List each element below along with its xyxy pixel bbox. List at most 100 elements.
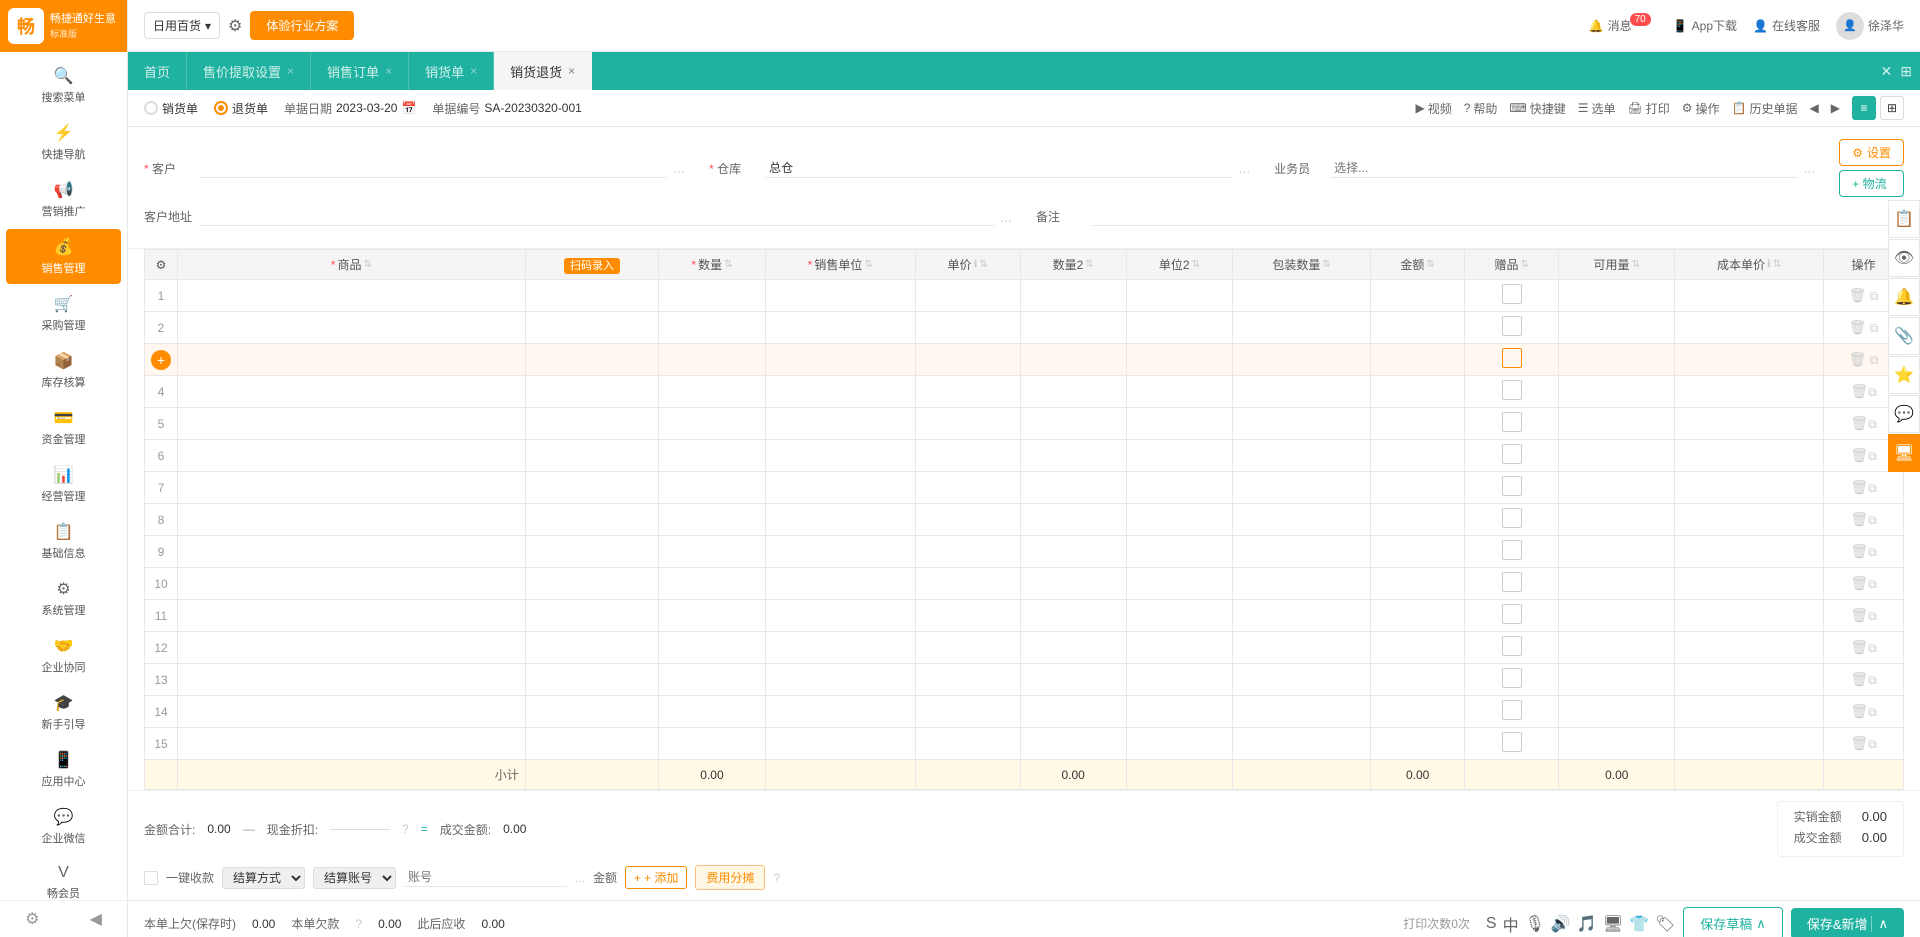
view-table-icon[interactable]: ≡: [1852, 96, 1876, 120]
row11-delete-icon[interactable]: 🗑: [1850, 607, 1868, 623]
status-icon-5[interactable]: 🎵: [1577, 914, 1597, 934]
right-float-btn-2[interactable]: 👁: [1888, 239, 1920, 277]
toolbar-help-btn[interactable]: ? 帮助: [1464, 100, 1498, 117]
right-float-btn-6[interactable]: 💬: [1888, 395, 1920, 433]
row3-cost[interactable]: [1675, 344, 1824, 376]
row15-delete-icon[interactable]: 🗑: [1850, 735, 1868, 751]
add-expense-btn[interactable]: + + 添加: [625, 866, 687, 889]
sidebar-item-purchase[interactable]: 🛒 采购管理: [6, 286, 121, 341]
row5-delete-icon[interactable]: 🗑: [1850, 415, 1868, 431]
product-sort-icon[interactable]: ⇅: [364, 259, 372, 270]
row3-product[interactable]: [178, 344, 526, 376]
row1-price[interactable]: [915, 280, 1020, 312]
status-icon-2[interactable]: 中: [1503, 912, 1519, 936]
tab-sales-order-close[interactable]: ×: [385, 64, 392, 78]
warehouse-select-icon[interactable]: ...: [1238, 160, 1250, 176]
sidebar-item-enterprise[interactable]: 🤝 企业协同: [6, 628, 121, 683]
unit-sort-icon[interactable]: ⇅: [864, 259, 872, 270]
expense-help-icon[interactable]: ?: [773, 871, 780, 885]
row2-unit[interactable]: [765, 312, 915, 344]
sidebar-item-quicknav[interactable]: ⚡ 快捷导航: [6, 115, 121, 170]
status-icon-3[interactable]: 🎙: [1525, 914, 1545, 934]
account-input[interactable]: [404, 868, 567, 887]
row15-copy-icon[interactable]: ⧉: [1868, 737, 1877, 751]
row1-unit[interactable]: [765, 280, 915, 312]
customer-select-icon[interactable]: ...: [673, 160, 685, 176]
cost-info-icon[interactable]: ℹ: [1767, 259, 1771, 270]
staff-input[interactable]: [1330, 159, 1797, 178]
sidebar-item-apps[interactable]: 📱 应用中心: [6, 742, 121, 797]
status-icon-4[interactable]: 🔊: [1551, 914, 1571, 934]
toolbar-video-btn[interactable]: ▶ 视频: [1415, 100, 1451, 117]
unit2-sort-icon[interactable]: ⇅: [1192, 259, 1200, 270]
toolbar-select-btn[interactable]: ☰ 选单: [1578, 100, 1616, 117]
row1-amount[interactable]: [1371, 280, 1465, 312]
account-dots-icon[interactable]: ...: [575, 871, 585, 885]
row1-pack[interactable]: [1233, 280, 1371, 312]
sidebar-item-inventory[interactable]: 📦 库存核算: [6, 343, 121, 398]
row3-copy-icon[interactable]: ⧉: [1870, 353, 1879, 367]
radio-sales[interactable]: 销货单: [144, 100, 198, 117]
one-click-checkbox[interactable]: [144, 871, 158, 885]
row12-delete-icon[interactable]: 🗑: [1850, 639, 1868, 655]
tab-price-extract[interactable]: 售价提取设置 ×: [187, 52, 311, 90]
user-profile-btn[interactable]: 👤 徐泽华: [1836, 12, 1904, 40]
single-debt-icon[interactable]: ?: [355, 917, 362, 931]
pack-sort-icon[interactable]: ⇅: [1322, 259, 1330, 270]
row3-available[interactable]: [1559, 344, 1675, 376]
sidebar-item-guide[interactable]: 🎓 新手引导: [6, 685, 121, 740]
toolbar-history-btn[interactable]: 📋 历史单据: [1732, 100, 1798, 117]
row9-delete-icon[interactable]: 🗑: [1850, 543, 1868, 559]
add-row-button[interactable]: +: [151, 350, 171, 370]
row13-delete-icon[interactable]: 🗑: [1850, 671, 1868, 687]
tab-sales[interactable]: 销货单 ×: [409, 52, 494, 90]
row3-qty2[interactable]: [1020, 344, 1126, 376]
row2-gift[interactable]: [1465, 312, 1559, 344]
expense-split-btn[interactable]: 费用分摊: [695, 865, 765, 890]
customer-input[interactable]: [200, 159, 667, 178]
gift-sort-icon[interactable]: ⇅: [1521, 259, 1529, 270]
sidebar-item-search[interactable]: 🔍 搜索菜单: [6, 58, 121, 113]
row1-qty[interactable]: [659, 280, 765, 312]
save-new-button[interactable]: 保存&新增 ∧: [1791, 908, 1904, 937]
row8-copy-icon[interactable]: ⧉: [1868, 513, 1877, 527]
status-icon-7[interactable]: 👕: [1629, 914, 1649, 934]
tab-sales-order[interactable]: 销售订单 ×: [311, 52, 409, 90]
tab-sales-close[interactable]: ×: [470, 64, 477, 78]
tab-sales-return-close[interactable]: ×: [568, 64, 575, 78]
tab-price-extract-close[interactable]: ×: [287, 64, 294, 78]
row2-qty[interactable]: [659, 312, 765, 344]
settings-bottom-icon[interactable]: ⚙: [25, 909, 39, 929]
warehouse-input[interactable]: [765, 159, 1232, 178]
row3-pack[interactable]: [1233, 344, 1371, 376]
staff-select-icon[interactable]: ...: [1804, 160, 1816, 176]
view-grid-icon[interactable]: ⊞: [1880, 96, 1904, 120]
row3-qty[interactable]: [659, 344, 765, 376]
right-float-btn-3[interactable]: 🔔: [1888, 278, 1920, 316]
row3-product-input[interactable]: [184, 352, 519, 367]
settlement-select[interactable]: 结算方式: [222, 867, 305, 889]
row3-delete-icon[interactable]: 🗑: [1849, 351, 1867, 367]
qty-sort-icon[interactable]: ⇅: [724, 259, 732, 270]
address-input[interactable]: [200, 207, 994, 226]
qty2-sort-icon[interactable]: ⇅: [1085, 259, 1093, 270]
bank-account-select[interactable]: 结算账号: [313, 867, 396, 889]
row3-amount[interactable]: [1371, 344, 1465, 376]
sidebar-item-finance[interactable]: 💳 资金管理: [6, 400, 121, 455]
row1-delete-icon[interactable]: 🗑: [1849, 287, 1867, 303]
row1-available[interactable]: [1559, 280, 1675, 312]
row2-price[interactable]: [915, 312, 1020, 344]
row2-amount[interactable]: [1371, 312, 1465, 344]
right-float-btn-5[interactable]: ⭐: [1888, 356, 1920, 394]
row9-copy-icon[interactable]: ⧉: [1868, 545, 1877, 559]
toolbar-shortcut-btn[interactable]: ⌨ 快捷键: [1509, 100, 1565, 117]
row2-available[interactable]: [1559, 312, 1675, 344]
row2-delete-icon[interactable]: 🗑: [1849, 319, 1867, 335]
row2-unit2[interactable]: [1126, 312, 1232, 344]
row13-copy-icon[interactable]: ⧉: [1868, 673, 1877, 687]
row7-copy-icon[interactable]: ⧉: [1868, 481, 1877, 495]
row10-copy-icon[interactable]: ⧉: [1868, 577, 1877, 591]
remark-input[interactable]: [1092, 207, 1904, 226]
row3-gift[interactable]: [1465, 344, 1559, 376]
right-float-btn-7[interactable]: 🖥: [1888, 434, 1920, 472]
